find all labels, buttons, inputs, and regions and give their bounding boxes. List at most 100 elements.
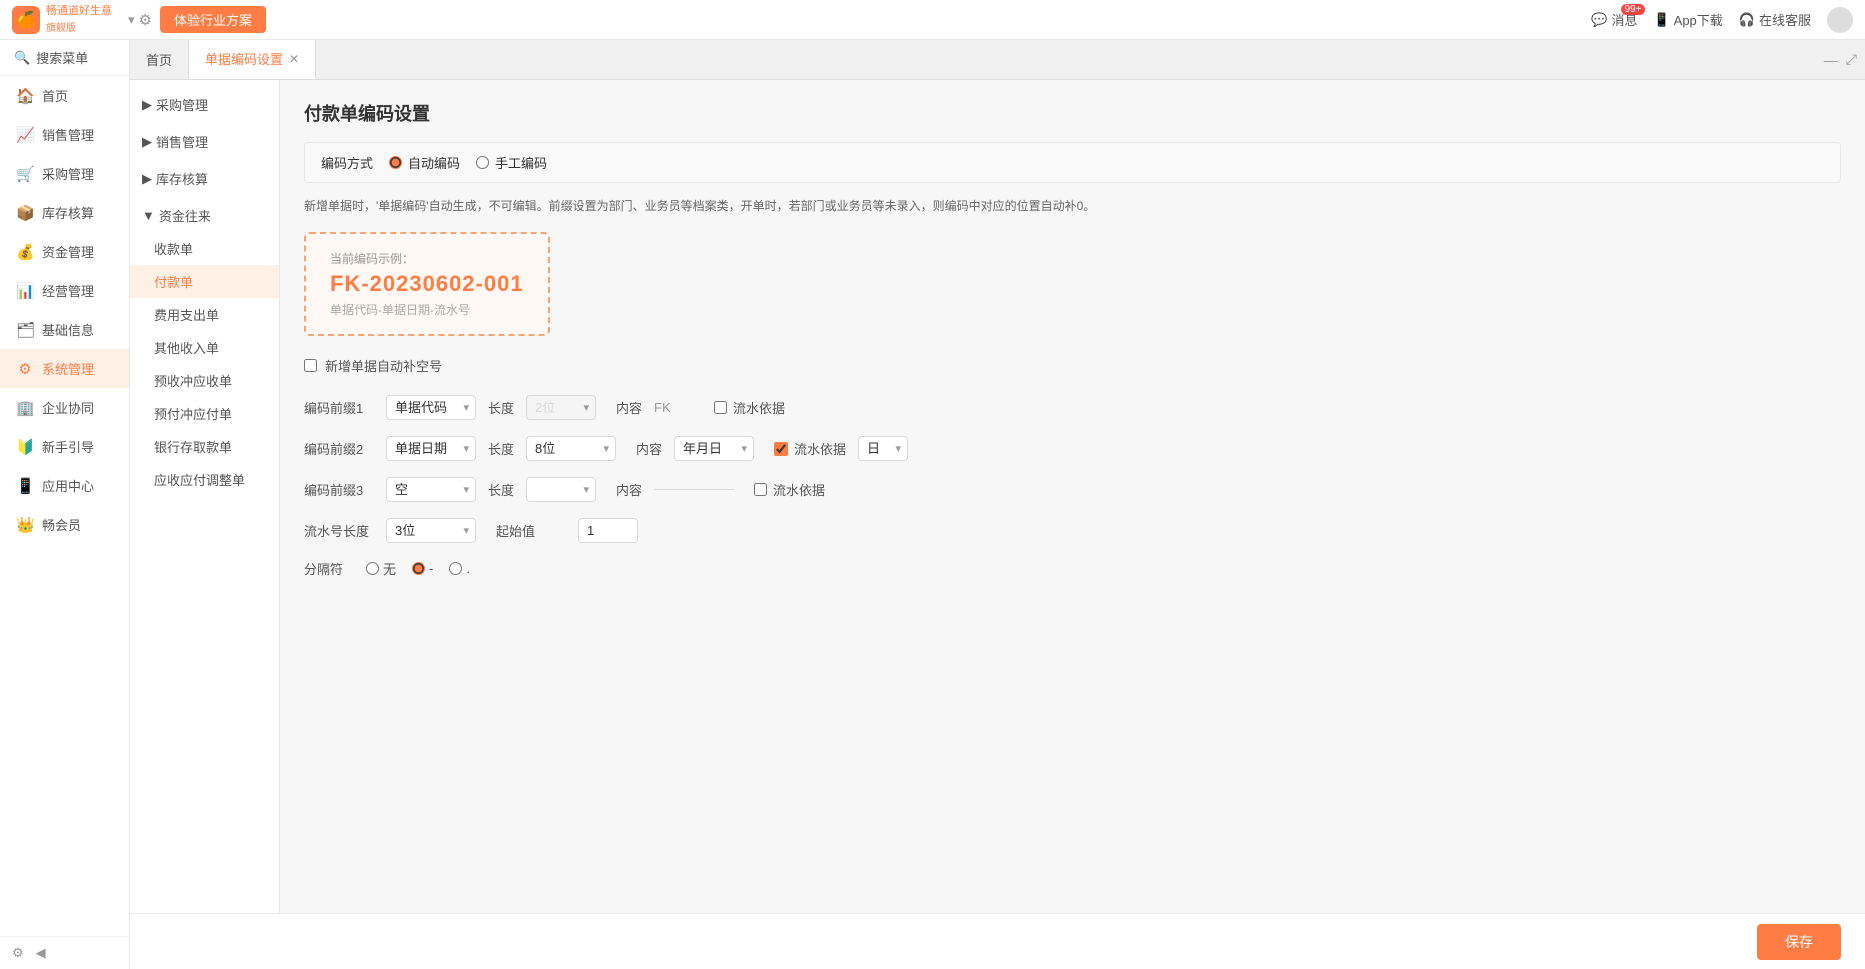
bottom-bar: 保存 <box>130 913 1865 969</box>
sep-dash-radio[interactable] <box>412 562 425 575</box>
sidebar-purchase-label: 采购管理 <box>42 164 94 183</box>
basic-icon: 🗂 <box>16 321 34 339</box>
search-icon: 🔍 <box>14 50 30 66</box>
prefix2-content-select-wrapper[interactable]: 年月日 年月 年 <box>674 436 754 461</box>
sidebar-item-system[interactable]: ⚙ 系统管理 <box>0 349 129 388</box>
sep-dot-option[interactable]: . <box>449 561 470 576</box>
prefix3-serial-checkbox[interactable] <box>754 483 767 496</box>
sidebar-item-member[interactable]: 👑 畅会员 <box>0 505 129 544</box>
auto-fill-row: 新增单据自动补空号 <box>304 356 1841 375</box>
sub-nav-group-inventory: ▶ 库存核算 <box>130 162 279 195</box>
sidebar-sales-label: 销售管理 <box>42 125 94 144</box>
sidebar-item-basic[interactable]: 🗂 基础信息 <box>0 310 129 349</box>
sidebar-basic-label: 基础信息 <box>42 320 94 339</box>
tab-serial-setting[interactable]: 单据编码设置 ✕ <box>189 40 316 79</box>
sidebar-search[interactable]: 🔍 搜索菜单 <box>0 40 129 76</box>
serial-length-wrapper[interactable]: 3位 4位 5位 <box>386 518 476 543</box>
sidebar-operations-label: 经营管理 <box>42 281 94 300</box>
sub-nav-item-receipt[interactable]: 收款单 <box>130 232 279 265</box>
sub-nav-group-fund-title[interactable]: ▼ 资金往来 <box>130 199 279 232</box>
sidebar-enterprise-label: 企业协同 <box>42 398 94 417</box>
message-badge: 99+ <box>1621 4 1646 15</box>
sidebar-newguide-label: 新手引导 <box>42 437 94 456</box>
sidebar-item-finance[interactable]: 💰 资金管理 <box>0 232 129 271</box>
sidebar-settings-icon[interactable]: ⚙ <box>12 945 24 961</box>
prefix3-length-select[interactable] <box>535 482 571 497</box>
sub-nav-item-payment[interactable]: 付款单 <box>130 265 279 298</box>
sep-none-option[interactable]: 无 <box>366 559 396 578</box>
maximize-icon[interactable]: ⤢ <box>1846 51 1857 68</box>
prefix1-select-wrapper[interactable]: 单据代码 部门 业务员 <box>386 395 476 420</box>
prefix2-length-label: 长度 <box>488 439 514 458</box>
sub-nav-group-purchase-title[interactable]: ▶ 采购管理 <box>130 88 279 121</box>
sub-nav-item-bank-deposit[interactable]: 银行存取款单 <box>130 430 279 463</box>
sub-nav-item-advance-payable[interactable]: 预付冲应付单 <box>130 397 279 430</box>
sidebar-collapse-icon[interactable]: ◀ <box>36 945 46 961</box>
sep-dot-radio[interactable] <box>449 562 462 575</box>
sidebar-item-enterprise[interactable]: 🏢 企业协同 <box>0 388 129 427</box>
prefix2-content-select[interactable]: 年月日 年月 年 <box>683 441 729 456</box>
prefix2-select[interactable]: 单据日期 部门 业务员 <box>395 441 451 456</box>
prefix2-day-wrapper[interactable]: 日 月 年 <box>858 436 908 461</box>
sub-nav-item-other-income[interactable]: 其他收入单 <box>130 331 279 364</box>
auto-fill-checkbox[interactable] <box>304 359 317 372</box>
prefix2-serial-checkbox[interactable] <box>774 442 788 456</box>
sidebar-item-sales[interactable]: 📈 销售管理 <box>0 115 129 154</box>
sidebar-item-inventory[interactable]: 📦 库存核算 <box>0 193 129 232</box>
sub-nav-group-purchase-label: 采购管理 <box>156 95 208 114</box>
online-service-item[interactable]: 🎧 在线客服 <box>1739 10 1811 29</box>
logo-sub: 旗舰版 <box>46 19 112 34</box>
sep-dash-option[interactable]: - <box>412 561 433 576</box>
prefix2-length-select[interactable]: 8位 6位 <box>535 441 591 456</box>
minimize-icon[interactable]: — <box>1824 52 1838 68</box>
sub-nav-item-advance-receivable[interactable]: 预收冲应收单 <box>130 364 279 397</box>
tab-close-icon[interactable]: ✕ <box>289 52 299 66</box>
prefix1-select[interactable]: 单据代码 部门 业务员 <box>395 400 451 415</box>
trial-button[interactable]: 体验行业方案 <box>160 6 266 33</box>
prefix1-serial-checkbox[interactable] <box>714 401 727 414</box>
sub-nav-item-expense[interactable]: 费用支出单 <box>130 298 279 331</box>
prefix2-select-wrapper[interactable]: 单据日期 部门 业务员 <box>386 436 476 461</box>
sub-nav-group-sales-title[interactable]: ▶ 销售管理 <box>130 125 279 158</box>
sidebar-item-purchase[interactable]: 🛒 采购管理 <box>0 154 129 193</box>
sidebar-item-appcenter[interactable]: 📱 应用中心 <box>0 466 129 505</box>
preview-sub: 单据代码-单据日期-流水号 <box>330 301 524 318</box>
prefix3-content-value <box>654 489 734 490</box>
save-button[interactable]: 保存 <box>1757 924 1841 960</box>
sidebar-member-label: 畅会员 <box>42 515 81 534</box>
auto-encode-radio[interactable] <box>389 156 402 169</box>
prefix3-select-wrapper[interactable]: 空 单据代码 部门 <box>386 477 476 502</box>
prefix3-length-label: 长度 <box>488 480 514 499</box>
operations-icon: 📊 <box>16 282 34 300</box>
auto-encode-option[interactable]: 自动编码 <box>389 153 460 172</box>
start-value-input[interactable] <box>578 518 638 543</box>
prefix2-length-wrapper[interactable]: 8位 6位 <box>526 436 616 461</box>
manual-encode-radio[interactable] <box>476 156 489 169</box>
app-download-item[interactable]: 📱 App下载 <box>1653 10 1722 29</box>
serial-length-label: 流水号长度 <box>304 521 374 540</box>
logo-icon: 🍊 <box>12 6 40 34</box>
manual-encode-option[interactable]: 手工编码 <box>476 153 547 172</box>
message-item[interactable]: 💬 消息 99+ <box>1591 10 1637 29</box>
prefix3-content-label: 内容 <box>616 480 642 499</box>
avatar[interactable] <box>1827 7 1853 33</box>
prefix3-serial-group: 流水依据 <box>754 480 825 499</box>
settings-icon[interactable]: ⚙ <box>139 11 152 29</box>
app-download-label: App下载 <box>1674 10 1723 29</box>
sep-none-radio[interactable] <box>366 562 379 575</box>
prefix1-serial-label: 流水依据 <box>733 398 785 417</box>
sidebar-item-home[interactable]: 🏠 首页 <box>0 76 129 115</box>
sub-nav-group-inventory-title[interactable]: ▶ 库存核算 <box>130 162 279 195</box>
sidebar-item-operations[interactable]: 📊 经营管理 <box>0 271 129 310</box>
sidebar-item-newguide[interactable]: 🔰 新手引导 <box>0 427 129 466</box>
prefix3-select[interactable]: 空 单据代码 部门 <box>395 482 451 497</box>
prefix2-day-select[interactable]: 日 月 年 <box>867 441 883 456</box>
serial-length-select[interactable]: 3位 4位 5位 <box>395 523 451 538</box>
prefix3-length-wrapper[interactable] <box>526 477 596 502</box>
tab-home[interactable]: 首页 <box>130 40 189 79</box>
sub-nav-item-ap-adjustment[interactable]: 应收应付调整单 <box>130 463 279 496</box>
nav-dropdown-icon[interactable]: ▾ <box>128 12 135 28</box>
appcenter-icon: 📱 <box>16 477 34 495</box>
separator-label: 分隔符 <box>304 559 354 578</box>
config-row-prefix1: 编码前缀1 单据代码 部门 业务员 长度 2位 内容 <box>304 395 1841 420</box>
